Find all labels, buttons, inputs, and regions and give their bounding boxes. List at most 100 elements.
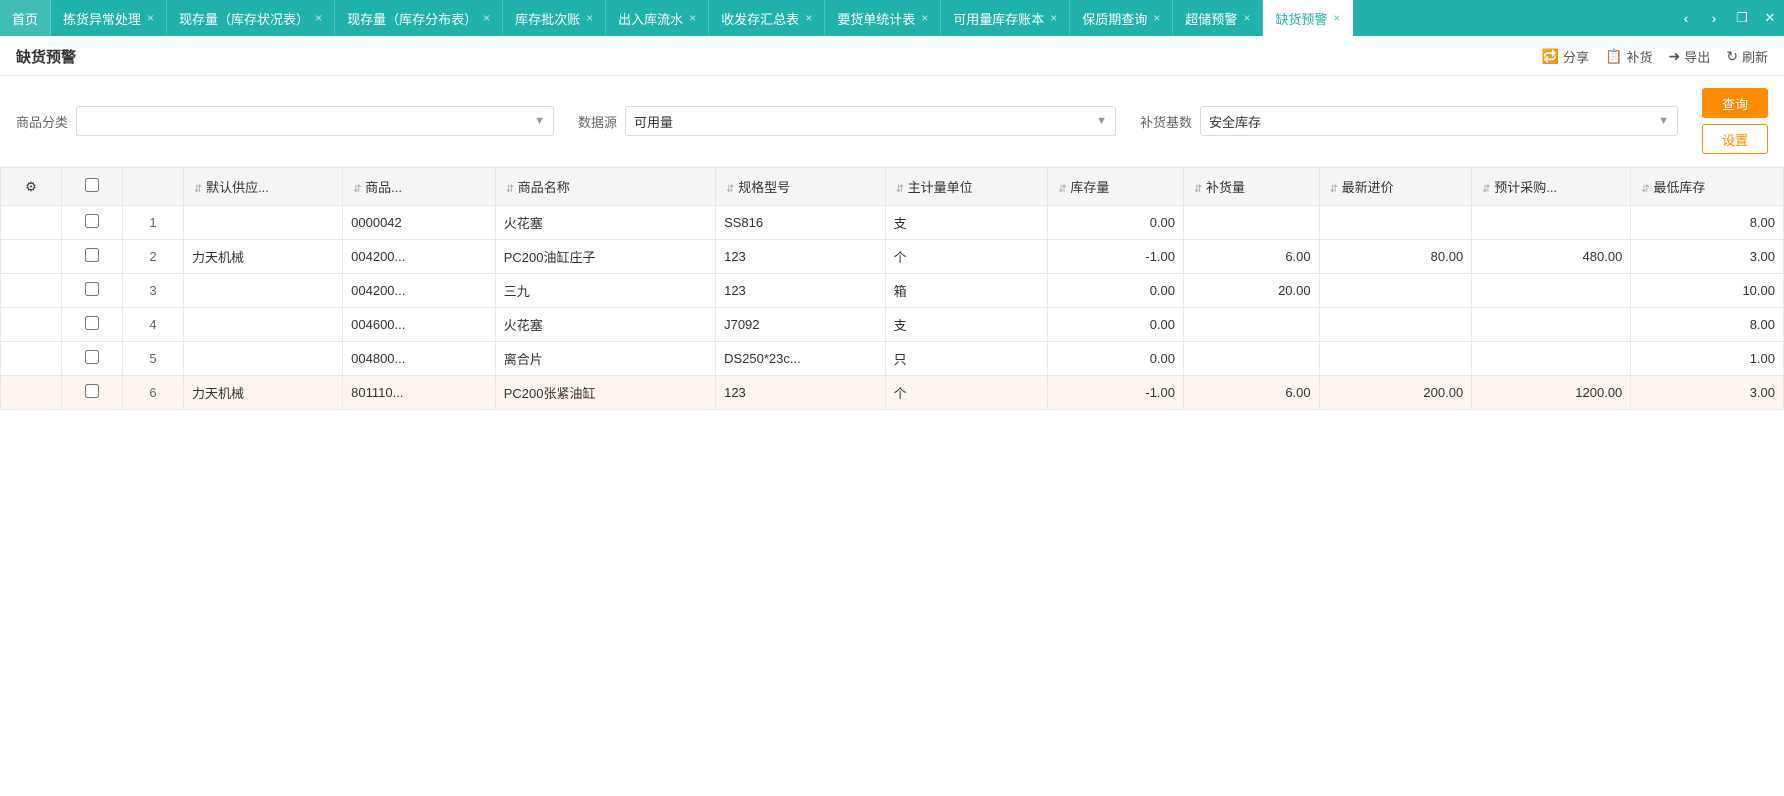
- row-price-1: 80.00: [1319, 240, 1472, 274]
- row-code-1: 004200...: [343, 240, 496, 274]
- tab-shortage[interactable]: 缺货预警×: [1263, 0, 1353, 36]
- row-plan-2: [1472, 274, 1631, 308]
- category-filter: 商品分类 ▼: [16, 106, 554, 136]
- tab-close-inventory-dist[interactable]: ×: [483, 11, 490, 25]
- table-body: 1 0000042 火花塞 SS816 支 0.00 8.00 2 力天机械 0…: [1, 206, 1784, 410]
- row-settings-3: [1, 308, 62, 342]
- row-checkbox-1[interactable]: [85, 248, 99, 262]
- sort-replenish-icon[interactable]: ⇵: [1194, 184, 1202, 195]
- tab-close-btn[interactable]: ✕: [1756, 0, 1784, 36]
- supplier-header-label: 默认供应...: [206, 180, 269, 195]
- row-plan-1: 480.00: [1472, 240, 1631, 274]
- row-checkbox-4[interactable]: [85, 350, 99, 364]
- settings-button[interactable]: 设置: [1702, 124, 1768, 154]
- row-supplier-5: 力天机械: [184, 376, 343, 410]
- tab-close-available-ledger[interactable]: ×: [1050, 11, 1057, 25]
- row-checkbox-5[interactable]: [85, 384, 99, 398]
- tab-close-shortage[interactable]: ×: [1333, 11, 1340, 25]
- tab-close-inventory-status[interactable]: ×: [315, 11, 322, 25]
- col-settings[interactable]: ⚙: [1, 168, 62, 206]
- datasource-select[interactable]: 可用量 ▼: [625, 106, 1116, 136]
- tab-close-receive-summary[interactable]: ×: [805, 11, 812, 25]
- tab-close-expiry-query[interactable]: ×: [1153, 11, 1160, 25]
- sort-code-icon[interactable]: ⇵: [353, 184, 361, 195]
- category-select[interactable]: ▼: [76, 106, 554, 136]
- query-button[interactable]: 查询: [1702, 88, 1768, 118]
- replenish-base-select[interactable]: 安全库存 ▼: [1200, 106, 1678, 136]
- sort-spec-icon[interactable]: ⇵: [726, 184, 734, 195]
- tab-close-inout-flow[interactable]: ×: [689, 11, 696, 25]
- row-stock-4: 0.00: [1048, 342, 1184, 376]
- row-replenish-0: [1184, 206, 1320, 240]
- replenish-base-label: 补货基数: [1140, 112, 1192, 131]
- tab-inout-flow[interactable]: 出入库流水×: [606, 0, 709, 36]
- replenish-icon: 📋: [1605, 48, 1622, 65]
- tab-abnormal[interactable]: 拣货异常处理 ×: [51, 0, 167, 36]
- replenish-base-arrow-icon: ▼: [1658, 115, 1669, 127]
- row-unit-5: 个: [885, 376, 1048, 410]
- tab-label-demand-stat: 要货单统计表: [837, 9, 915, 28]
- row-num-5: 6: [123, 376, 184, 410]
- share-button[interactable]: 🔁 分享: [1542, 47, 1589, 66]
- tab-receive-summary[interactable]: 收发存汇总表×: [709, 0, 825, 36]
- row-replenish-3: [1184, 308, 1320, 342]
- row-code-2: 004200...: [343, 274, 496, 308]
- tab-close-batch-account[interactable]: ×: [586, 11, 593, 25]
- tab-batch-account[interactable]: 库存批次账×: [503, 0, 606, 36]
- sort-name-icon[interactable]: ⇵: [506, 184, 514, 195]
- export-label: 导出: [1684, 47, 1710, 66]
- row-price-4: [1319, 342, 1472, 376]
- replenish-base-filter: 补货基数 安全库存 ▼: [1140, 106, 1678, 136]
- row-checkbox-cell-5: [62, 376, 123, 410]
- row-spec-4: DS250*23c...: [716, 342, 886, 376]
- tab-home[interactable]: 首页: [0, 0, 51, 36]
- datasource-label: 数据源: [578, 112, 617, 131]
- row-settings-4: [1, 342, 62, 376]
- tab-inventory-dist[interactable]: 现存量（库存分布表） ×: [335, 0, 503, 36]
- code-header-label: 商品...: [365, 180, 402, 195]
- tab-restore-btn[interactable]: ❐: [1728, 0, 1756, 36]
- row-num-2: 3: [123, 274, 184, 308]
- row-plan-4: [1472, 342, 1631, 376]
- tab-overstock[interactable]: 超储预警 ×: [1173, 0, 1263, 36]
- table-container: ⚙ ⇵ 默认供应... ⇵ 商品... ⇵: [0, 167, 1784, 410]
- tab-inventory-status[interactable]: 现存量（库存状况表）×: [167, 0, 335, 36]
- price-header-label: 最新进价: [1342, 180, 1394, 195]
- col-unit-header: ⇵ 主计量单位: [885, 168, 1048, 206]
- select-all-checkbox[interactable]: [85, 178, 99, 192]
- tab-prev-btn[interactable]: ‹: [1672, 0, 1700, 36]
- col-replenish-header: ⇵ 补货量: [1184, 168, 1320, 206]
- settings-gear-icon[interactable]: ⚙: [25, 179, 37, 194]
- tab-demand-stat[interactable]: 要货单统计表 ×: [825, 0, 941, 36]
- row-settings-1: [1, 240, 62, 274]
- row-plan-0: [1472, 206, 1631, 240]
- sort-price-icon[interactable]: ⇵: [1330, 184, 1338, 195]
- tab-expiry-query[interactable]: 保质期查询×: [1070, 0, 1173, 36]
- row-supplier-3: [184, 308, 343, 342]
- sort-plan-icon[interactable]: ⇵: [1482, 184, 1490, 195]
- sort-stock-icon[interactable]: ⇵: [1058, 184, 1066, 195]
- replenish-button[interactable]: 📋 补货: [1605, 47, 1652, 66]
- refresh-icon: ↻: [1726, 48, 1738, 65]
- row-num-0: 1: [123, 206, 184, 240]
- sort-supplier-icon[interactable]: ⇵: [194, 184, 202, 195]
- export-button[interactable]: ➜ 导出: [1669, 47, 1711, 66]
- sort-unit-icon[interactable]: ⇵: [896, 184, 904, 195]
- tab-next-btn[interactable]: ›: [1700, 0, 1728, 36]
- table-row: 4 004600... 火花塞 J7092 支 0.00 8.00: [1, 308, 1784, 342]
- tab-available-ledger[interactable]: 可用量库存账本×: [941, 0, 1070, 36]
- row-checkbox-3[interactable]: [85, 316, 99, 330]
- row-checkbox-0[interactable]: [85, 214, 99, 228]
- replenish-base-value: 安全库存: [1209, 112, 1261, 131]
- refresh-button[interactable]: ↻ 刷新: [1726, 47, 1768, 66]
- tab-close-demand-stat[interactable]: ×: [921, 11, 928, 25]
- tab-label-overstock: 超储预警: [1185, 9, 1237, 28]
- sort-min-icon[interactable]: ⇵: [1641, 184, 1649, 195]
- row-supplier-2: [184, 274, 343, 308]
- row-checkbox-2[interactable]: [85, 282, 99, 296]
- tab-label-abnormal: 拣货异常处理: [63, 9, 141, 28]
- tab-close-overstock[interactable]: ×: [1243, 11, 1250, 25]
- row-supplier-0: [184, 206, 343, 240]
- tab-close-abnormal[interactable]: ×: [147, 11, 154, 25]
- tab-label-inventory-dist: 现存量（库存分布表）: [347, 9, 477, 28]
